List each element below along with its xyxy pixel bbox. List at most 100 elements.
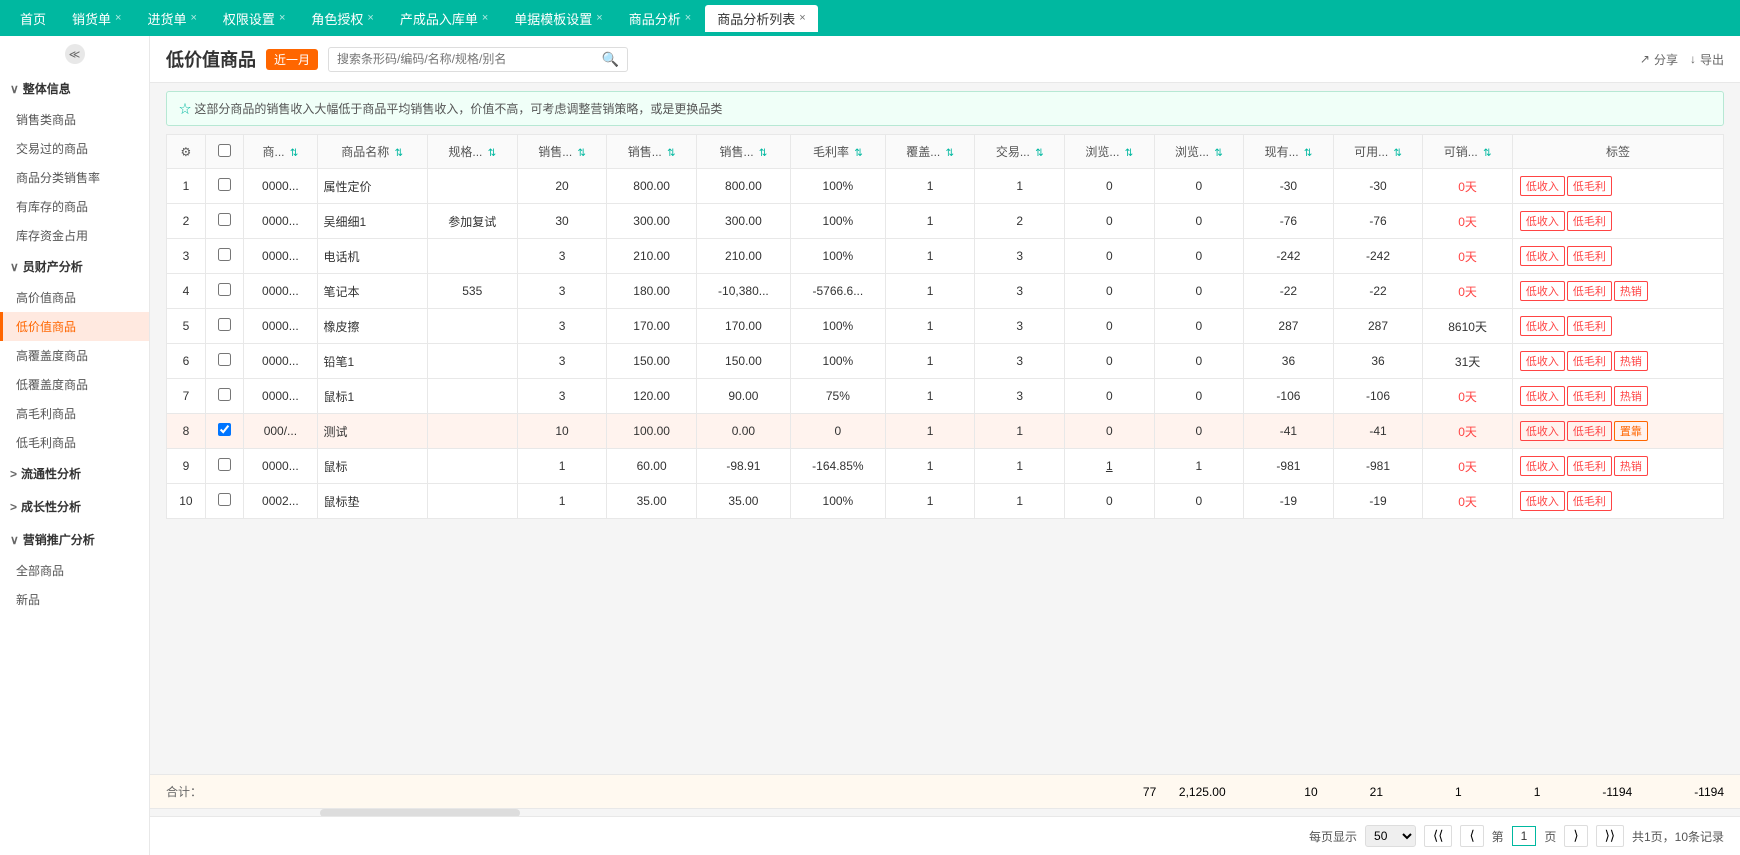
col-coverage[interactable]: 覆盖... ⇅: [885, 135, 975, 169]
col-browse2[interactable]: 浏览... ⇅: [1154, 135, 1244, 169]
nav-close-analysis-list[interactable]: ×: [799, 12, 805, 24]
cell-checkbox[interactable]: [205, 169, 243, 204]
row-checkbox[interactable]: [218, 178, 231, 191]
col-name[interactable]: 商品名称 ⇅: [317, 135, 427, 169]
col-margin[interactable]: 毛利率 ⇅: [790, 135, 885, 169]
nav-close-analysis[interactable]: ×: [685, 12, 691, 24]
sidebar-item-high-coverage[interactable]: 高覆盖度商品: [0, 341, 149, 370]
cell-checkbox[interactable]: [205, 344, 243, 379]
nav-item-permission[interactable]: 权限设置 ×: [211, 5, 297, 32]
nav-item-role[interactable]: 角色授权 ×: [299, 5, 385, 32]
row-checkbox[interactable]: [218, 423, 231, 436]
sidebar-item-category-rate[interactable]: 商品分类销售率: [0, 163, 149, 192]
nav-close-role[interactable]: ×: [367, 12, 373, 24]
arrow-icon-5: ∨: [10, 533, 19, 547]
col-current[interactable]: 现有... ⇅: [1244, 135, 1334, 169]
nav-close-permission[interactable]: ×: [279, 12, 285, 24]
sidebar-collapse-btn[interactable]: ≪: [65, 44, 85, 64]
row-checkbox[interactable]: [218, 353, 231, 366]
sidebar-item-sales-goods[interactable]: 销售类商品: [0, 105, 149, 134]
nav-item-analysis-list[interactable]: 商品分析列表 ×: [705, 5, 817, 32]
col-spec[interactable]: 规格... ⇅: [427, 135, 517, 169]
cell-current: -242: [1244, 239, 1334, 274]
sidebar-item-stocked-goods[interactable]: 有库存的商品: [0, 192, 149, 221]
sidebar-section-growth[interactable]: > 成长性分析: [0, 490, 149, 523]
sidebar-section-financial[interactable]: ∨ 员财产分析: [0, 250, 149, 283]
cell-checkbox[interactable]: [205, 274, 243, 309]
total-records: 共1页，10条记录: [1632, 828, 1724, 845]
col-code[interactable]: 商... ⇅: [244, 135, 317, 169]
cell-checkbox[interactable]: [205, 379, 243, 414]
cell-sales-cost: 170.00: [696, 309, 790, 344]
cell-code: 0000...: [244, 309, 317, 344]
cell-coverage: 1: [885, 204, 975, 239]
nav-close-template[interactable]: ×: [596, 12, 602, 24]
tag-badge: 低毛利: [1567, 386, 1612, 406]
row-checkbox[interactable]: [218, 458, 231, 471]
next-page-btn[interactable]: ⟩: [1564, 825, 1587, 847]
share-button[interactable]: ↗ 分享: [1640, 51, 1678, 68]
row-checkbox[interactable]: [218, 388, 231, 401]
sidebar-item-low-value[interactable]: 低价值商品: [0, 312, 149, 341]
select-all-checkbox[interactable]: [218, 144, 231, 157]
prev-page-btn[interactable]: ⟨: [1460, 825, 1483, 847]
cell-checkbox[interactable]: [205, 449, 243, 484]
cell-sales-cost: 90.00: [696, 379, 790, 414]
row-checkbox[interactable]: [218, 248, 231, 261]
col-sales-amount[interactable]: 销售... ⇅: [607, 135, 697, 169]
sidebar-item-low-coverage[interactable]: 低覆盖度商品: [0, 370, 149, 399]
page-size-select[interactable]: 50 100: [1365, 825, 1416, 847]
nav-close-stock-in[interactable]: ×: [482, 12, 488, 24]
nav-close-purchase[interactable]: ×: [190, 12, 196, 24]
col-sales-qty[interactable]: 销售... ⇅: [517, 135, 607, 169]
sidebar-item-traded-goods[interactable]: 交易过的商品: [0, 134, 149, 163]
row-checkbox[interactable]: [218, 318, 231, 331]
export-button[interactable]: ↓ 导出: [1690, 51, 1724, 68]
nav-item-template[interactable]: 单据模板设置 ×: [502, 5, 614, 32]
sidebar-item-new-goods[interactable]: 新品: [0, 585, 149, 614]
col-settings[interactable]: ⚙: [167, 135, 206, 169]
col-sales-cost[interactable]: 销售... ⇅: [696, 135, 790, 169]
cell-checkbox[interactable]: [205, 309, 243, 344]
search-icon[interactable]: 🔍: [602, 51, 619, 68]
cell-checkbox[interactable]: [205, 239, 243, 274]
sidebar-section-marketing[interactable]: ∨ 营销推广分析: [0, 523, 149, 556]
last-page-btn[interactable]: ⟩⟩: [1596, 825, 1624, 847]
nav-item-sales[interactable]: 销货单 ×: [60, 5, 133, 32]
table-container[interactable]: ⚙ 商... ⇅ 商品名称 ⇅ 规格... ⇅ 销售... ⇅ 销售... ⇅ …: [150, 134, 1740, 774]
sidebar-item-low-margin[interactable]: 低毛利商品: [0, 428, 149, 457]
row-checkbox[interactable]: [218, 283, 231, 296]
sidebar-item-all-goods[interactable]: 全部商品: [0, 556, 149, 585]
search-input[interactable]: [337, 52, 598, 66]
total-available: -1194: [1694, 785, 1724, 799]
cell-browse2: 0: [1154, 204, 1244, 239]
first-page-btn[interactable]: ⟨⟨: [1424, 825, 1452, 847]
cell-sales-qty: 3: [517, 309, 607, 344]
browse-link[interactable]: 1: [1106, 459, 1113, 473]
cell-checkbox[interactable]: [205, 204, 243, 239]
col-browse1[interactable]: 浏览... ⇅: [1065, 135, 1155, 169]
col-available[interactable]: 可用... ⇅: [1333, 135, 1423, 169]
cell-spec: 535: [427, 274, 517, 309]
sidebar-section-flow[interactable]: > 流通性分析: [0, 457, 149, 490]
cell-coverage: 1: [885, 239, 975, 274]
row-checkbox[interactable]: [218, 213, 231, 226]
nav-item-home[interactable]: 首页: [8, 5, 58, 32]
nav-item-purchase[interactable]: 进货单 ×: [135, 5, 208, 32]
sidebar-item-high-margin[interactable]: 高毛利商品: [0, 399, 149, 428]
time-tag[interactable]: 近一月: [266, 49, 318, 70]
col-trade[interactable]: 交易... ⇅: [975, 135, 1065, 169]
nav-item-analysis[interactable]: 商品分析 ×: [617, 5, 703, 32]
row-checkbox[interactable]: [218, 493, 231, 506]
cell-checkbox[interactable]: [205, 484, 243, 519]
sidebar-item-high-value[interactable]: 高价值商品: [0, 283, 149, 312]
cell-checkbox[interactable]: [205, 414, 243, 449]
sidebar-item-stock-capital[interactable]: 库存资金占用: [0, 221, 149, 250]
col-saleable[interactable]: 可销... ⇅: [1423, 135, 1513, 169]
col-checkbox[interactable]: [205, 135, 243, 169]
tag-badge: 低毛利: [1567, 421, 1612, 441]
nav-close-sales[interactable]: ×: [115, 12, 121, 24]
sidebar-section-overall[interactable]: ∨ 整体信息: [0, 72, 149, 105]
cell-trade: 1: [975, 449, 1065, 484]
nav-item-stock-in[interactable]: 产成品入库单 ×: [388, 5, 500, 32]
